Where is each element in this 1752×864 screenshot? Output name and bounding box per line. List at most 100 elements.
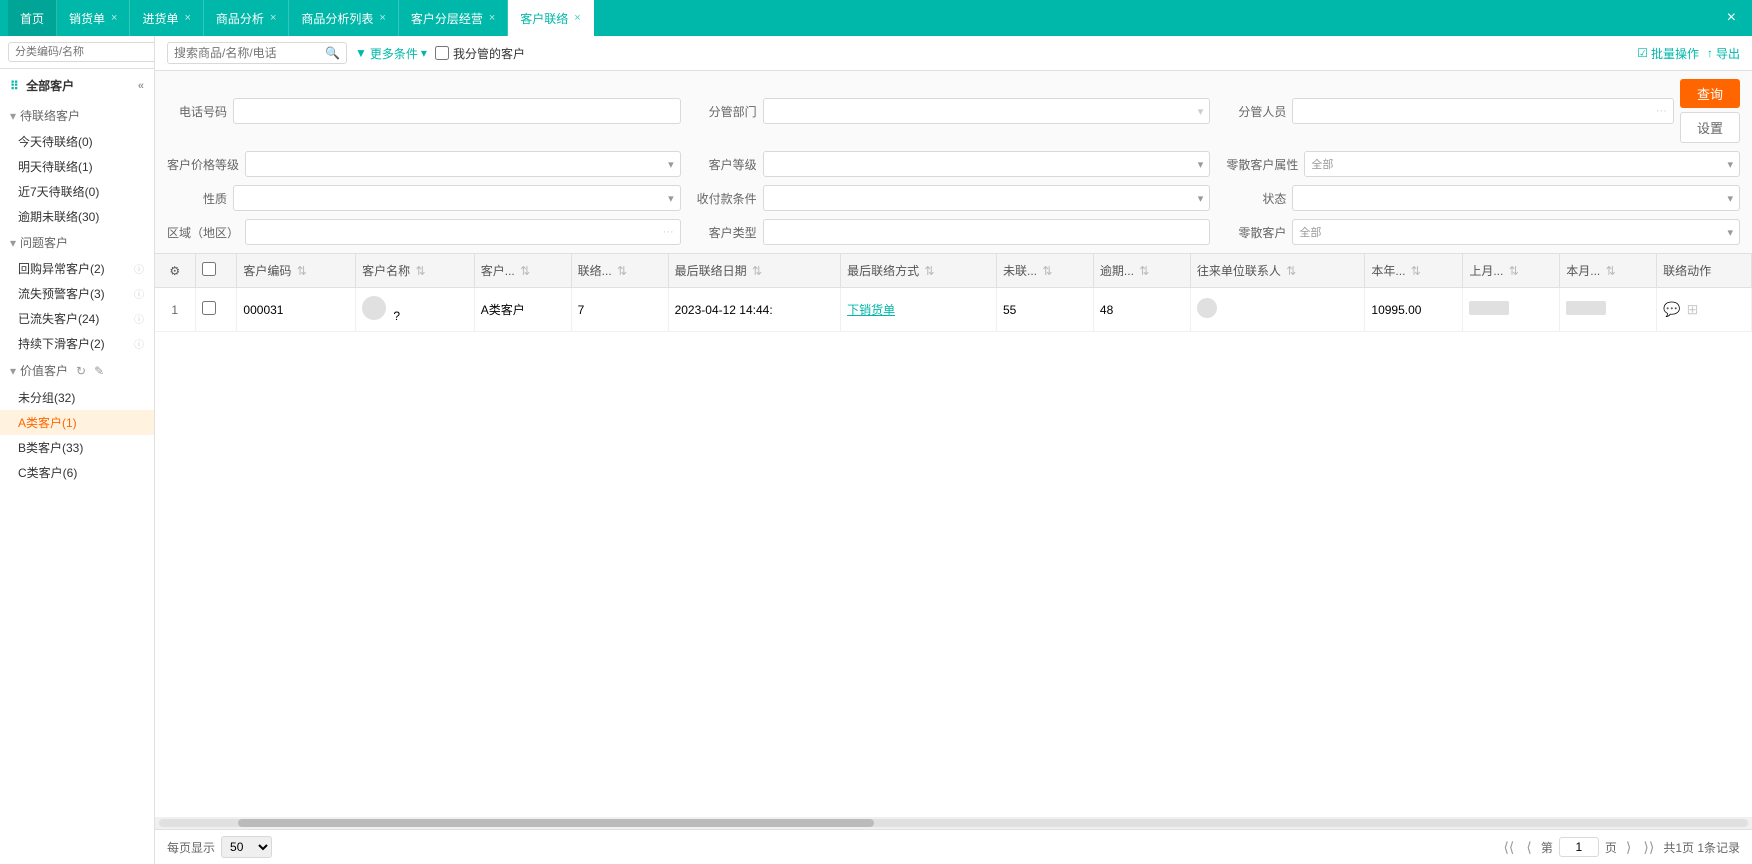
cell-level: A类客户 [474,288,571,332]
qr-icon[interactable]: ⊞ [1687,301,1699,318]
th-contact-count[interactable]: 联络... ⇅ [571,254,668,288]
settings-icon[interactable]: ⚙ [169,264,180,278]
filter-nature-select[interactable]: ▾ [233,185,681,211]
prev-page-btn[interactable]: ⟨ [1523,839,1534,856]
sidebar-item-declining[interactable]: 持续下滑客户(2) ⓘ [0,331,154,356]
filter-dept-select[interactable]: ▾ [763,98,1211,124]
tab-customer-tier-close[interactable]: × [489,12,495,24]
sidebar-item-ungrouped[interactable]: 未分组(32) [0,385,154,410]
footer-left: 每页显示 50 20 100 [167,836,272,858]
th-settings[interactable]: ⚙ [155,254,195,288]
th-last-month[interactable]: 上月... ⇅ [1463,254,1560,288]
filter-label-status: 状态 [1226,190,1286,207]
tab-sales[interactable]: 销货单 × [57,0,130,36]
th-code[interactable]: 客户编码 ⇅ [237,254,356,288]
per-page-label: 每页显示 [167,839,215,856]
tab-customer-contact[interactable]: 客户联络 × [508,0,593,36]
tab-goods-list[interactable]: 商品分析列表 × [289,0,398,36]
filter-status-select[interactable]: ▾ [1292,185,1740,211]
th-uncontacted[interactable]: 未联... ⇅ [997,254,1094,288]
sidebar-all-customers-header[interactable]: ⠿ 全部客户 « [0,69,154,102]
sidebar-item-churned[interactable]: 已流失客户(24) ⓘ [0,306,154,331]
tab-customer-tier[interactable]: 客户分层经营 × [399,0,508,36]
cell-checkbox[interactable] [195,288,237,332]
arrow-icon-problem: ▾ [10,236,16,250]
next-page-btn[interactable]: ⟩ [1623,839,1634,856]
refresh-icon[interactable]: ↻ [76,364,86,378]
tab-goods-analysis-close[interactable]: × [270,12,276,24]
filter-retail-customer-select[interactable]: 全部 ▾ [1292,219,1740,245]
sort-icon-overdue: ⇅ [1139,264,1149,278]
filter-retail-attr-select[interactable]: 全部 ▾ [1304,151,1740,177]
sidebar-item-overdue[interactable]: 逾期未联络(30) [0,204,154,229]
query-settings-btns: 查询 设置 [1680,79,1740,143]
arrow-icon: ▾ [10,109,16,123]
th-last-contact-type[interactable]: 最后联络方式 ⇅ [841,254,997,288]
th-overdue[interactable]: 逾期... ⇅ [1093,254,1190,288]
tab-home[interactable]: 首页 [8,0,57,36]
tab-customer-contact-close[interactable]: × [574,12,580,24]
th-name[interactable]: 客户名称 ⇅ [356,254,475,288]
section-value-customers[interactable]: ▾ 价值客户 ↻ ✎ [0,356,154,385]
tab-purchase-close[interactable]: × [184,12,190,24]
tab-sales-close[interactable]: × [111,12,117,24]
sidebar-item-today[interactable]: 今天待联络(0) [0,129,154,154]
section-pending-contact[interactable]: ▾ 待联络客户 [0,102,154,129]
sidebar-item-tomorrow[interactable]: 明天待联络(1) [0,154,154,179]
filter-price-level-select[interactable]: ▾ [245,151,681,177]
my-customers-checkbox[interactable]: 我分管的客户 [435,45,525,62]
last-page-btn[interactable]: ⟩⟩ [1640,839,1657,856]
section-problem-customers[interactable]: ▾ 问题客户 [0,229,154,256]
all-customers-label: ⠿ 全部客户 [10,77,74,94]
tab-goods-analysis[interactable]: 商品分析 × [204,0,289,36]
filter-phone-input[interactable] [233,98,681,124]
message-icon[interactable]: 💬 [1663,301,1680,318]
query-button[interactable]: 查询 [1680,79,1740,108]
th-this-month[interactable]: 本月... ⇅ [1560,254,1657,288]
th-contact-person[interactable]: 往来单位联系人 ⇅ [1190,254,1365,288]
dept-arrow-icon: ▾ [1198,105,1204,118]
sidebar-item-7days[interactable]: 近7天待联络(0) [0,179,154,204]
settings-button[interactable]: 设置 [1680,112,1740,143]
filter-search-box: 🔍 [167,42,347,64]
filter-row-retail-customer: 零散客户 全部 ▾ [1226,219,1740,245]
batch-ops-btn[interactable]: ☑ 批量操作 [1637,45,1699,62]
per-page-select[interactable]: 50 20 100 [221,836,272,858]
this-month-placeholder [1566,301,1606,315]
advanced-filters: 电话号码 分管部门 ▾ 分管人员 ··· 查询 [155,71,1752,254]
export-btn[interactable]: ↑ 导出 [1707,45,1740,62]
filter-more-btn[interactable]: ▼ 更多条件 ▾ [355,45,427,62]
filter-search-input[interactable] [174,46,325,60]
tab-purchase[interactable]: 进货单 × [130,0,203,36]
th-this-year[interactable]: 本年... ⇅ [1365,254,1463,288]
edit-icon[interactable]: ✎ [94,364,104,378]
my-customers-check[interactable] [435,46,449,60]
sidebar-item-b-class[interactable]: B类客户(33) [0,435,154,460]
th-last-contact-date[interactable]: 最后联络日期 ⇅ [668,254,841,288]
tab-goods-list-close[interactable]: × [379,12,385,24]
scrollbar-thumb[interactable] [238,819,874,827]
horizontal-scrollbar[interactable] [155,817,1752,829]
sidebar-item-repurchase-abnormal[interactable]: 回购异常客户(2) ⓘ [0,256,154,281]
filter-customer-type-input[interactable] [763,219,1211,245]
filter-customer-level-select[interactable]: ▾ [763,151,1211,177]
total-records-label: 共1页 1条记录 [1663,839,1740,856]
table-header-row: ⚙ 客户编码 ⇅ 客户名称 ⇅ [155,254,1752,288]
first-page-btn[interactable]: ⟨⟨ [1500,839,1517,856]
filter-payment-select[interactable]: ▾ [763,185,1211,211]
close-all-button[interactable]: × [1719,9,1744,27]
filter-region-select[interactable]: ··· [245,219,681,245]
sidebar-search-input[interactable] [8,42,155,62]
select-all-checkbox[interactable] [202,262,216,276]
sidebar-collapse-icon[interactable]: « [138,80,144,92]
filter-person-select[interactable]: ··· [1292,98,1674,124]
filter-search-icon[interactable]: 🔍 [325,46,340,60]
th-checkbox[interactable] [195,254,237,288]
sidebar-item-a-class[interactable]: A类客户(1) [0,410,154,435]
cell-last-contact-type[interactable]: 下销货单 [841,288,997,332]
th-level[interactable]: 客户... ⇅ [474,254,571,288]
page-number-input[interactable] [1559,837,1599,857]
sidebar-item-churn-warning[interactable]: 流失预警客户(3) ⓘ [0,281,154,306]
sidebar-item-c-class[interactable]: C类客户(6) [0,460,154,485]
row-checkbox[interactable] [202,301,216,315]
